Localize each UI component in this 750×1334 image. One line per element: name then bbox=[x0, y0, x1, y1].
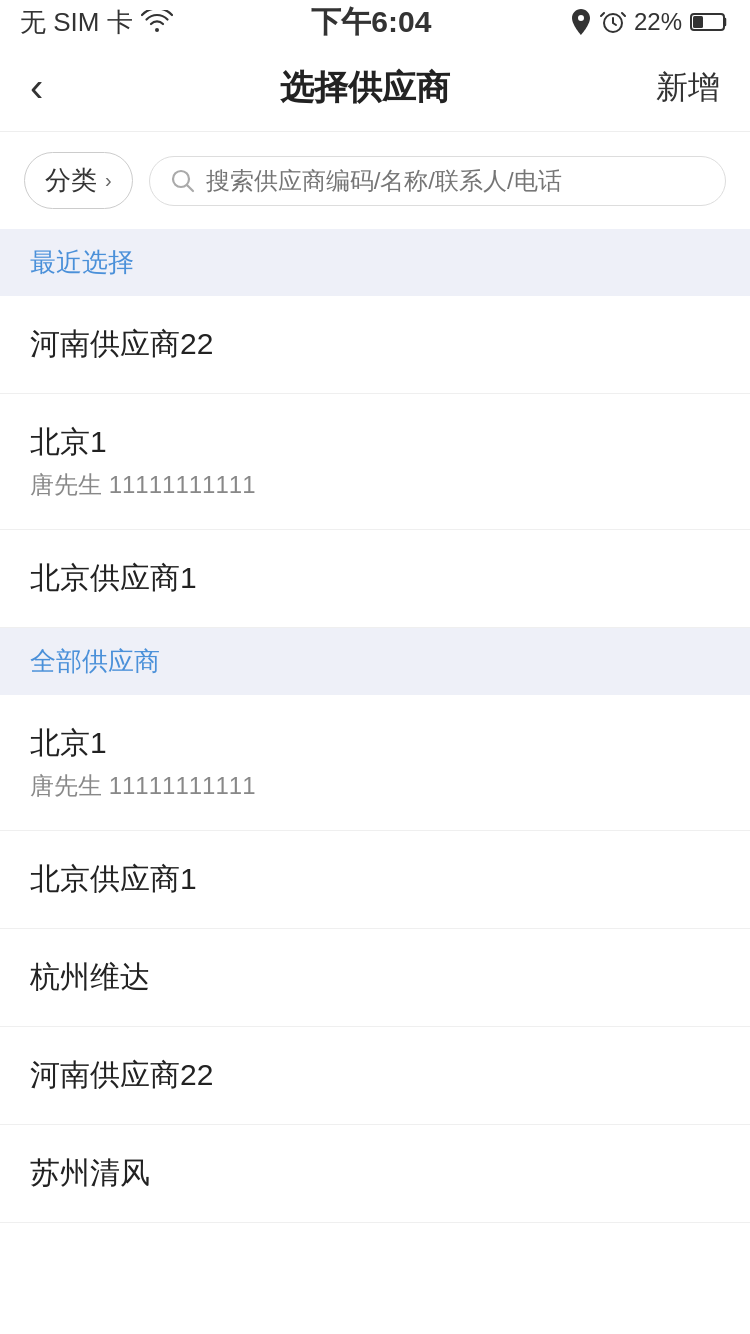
search-input[interactable] bbox=[206, 167, 705, 195]
item-name: 北京供应商1 bbox=[30, 859, 720, 900]
list-item[interactable]: 河南供应商22 bbox=[0, 1027, 750, 1125]
status-bar: 无 SIM 卡 下午6:04 22% bbox=[0, 0, 750, 44]
list-item[interactable]: 苏州清风 bbox=[0, 1125, 750, 1223]
wifi-icon bbox=[141, 10, 173, 34]
alarm-icon bbox=[600, 8, 626, 36]
back-button[interactable]: ‹ bbox=[30, 65, 90, 110]
filter-bar: 分类 › bbox=[0, 132, 750, 229]
category-label: 分类 bbox=[45, 163, 97, 198]
no-sim-text: 无 SIM 卡 bbox=[20, 5, 133, 40]
status-left: 无 SIM 卡 bbox=[20, 5, 173, 40]
item-name: 河南供应商22 bbox=[30, 324, 720, 365]
svg-rect-2 bbox=[693, 16, 703, 28]
location-icon bbox=[570, 8, 592, 36]
item-name: 苏州清风 bbox=[30, 1153, 720, 1194]
item-name: 北京1 bbox=[30, 422, 720, 463]
page-title: 选择供应商 bbox=[280, 65, 450, 111]
search-icon bbox=[170, 168, 196, 194]
battery-text: 22% bbox=[634, 8, 682, 36]
list-item[interactable]: 河南供应商22 bbox=[0, 296, 750, 394]
section-header-recent: 最近选择 bbox=[0, 229, 750, 296]
section-header-all: 全部供应商 bbox=[0, 628, 750, 695]
item-sub: 唐先生 11111111111 bbox=[30, 469, 720, 501]
chevron-right-icon: › bbox=[105, 169, 112, 192]
list-item[interactable]: 北京1 唐先生 11111111111 bbox=[0, 394, 750, 530]
add-button[interactable]: 新增 bbox=[640, 66, 720, 110]
item-sub: 唐先生 11111111111 bbox=[30, 770, 720, 802]
item-name: 杭州维达 bbox=[30, 957, 720, 998]
status-right: 22% bbox=[570, 8, 730, 36]
item-name: 北京供应商1 bbox=[30, 558, 720, 599]
category-button[interactable]: 分类 › bbox=[24, 152, 133, 209]
battery-icon bbox=[690, 11, 730, 33]
svg-point-3 bbox=[173, 171, 189, 187]
list-item[interactable]: 北京1 唐先生 11111111111 bbox=[0, 695, 750, 831]
search-box[interactable] bbox=[149, 156, 726, 206]
nav-bar: ‹ 选择供应商 新增 bbox=[0, 44, 750, 132]
item-name: 北京1 bbox=[30, 723, 720, 764]
item-name: 河南供应商22 bbox=[30, 1055, 720, 1096]
status-time: 下午6:04 bbox=[311, 2, 431, 43]
list-item[interactable]: 杭州维达 bbox=[0, 929, 750, 1027]
list-item[interactable]: 北京供应商1 bbox=[0, 530, 750, 628]
sections-container: 最近选择河南供应商22 北京1 唐先生 11111111111 北京供应商1 全部供应商… bbox=[0, 229, 750, 1223]
section-header-text-all: 全部供应商 bbox=[30, 646, 160, 676]
list-item[interactable]: 北京供应商1 bbox=[0, 831, 750, 929]
section-header-text-recent: 最近选择 bbox=[30, 247, 134, 277]
